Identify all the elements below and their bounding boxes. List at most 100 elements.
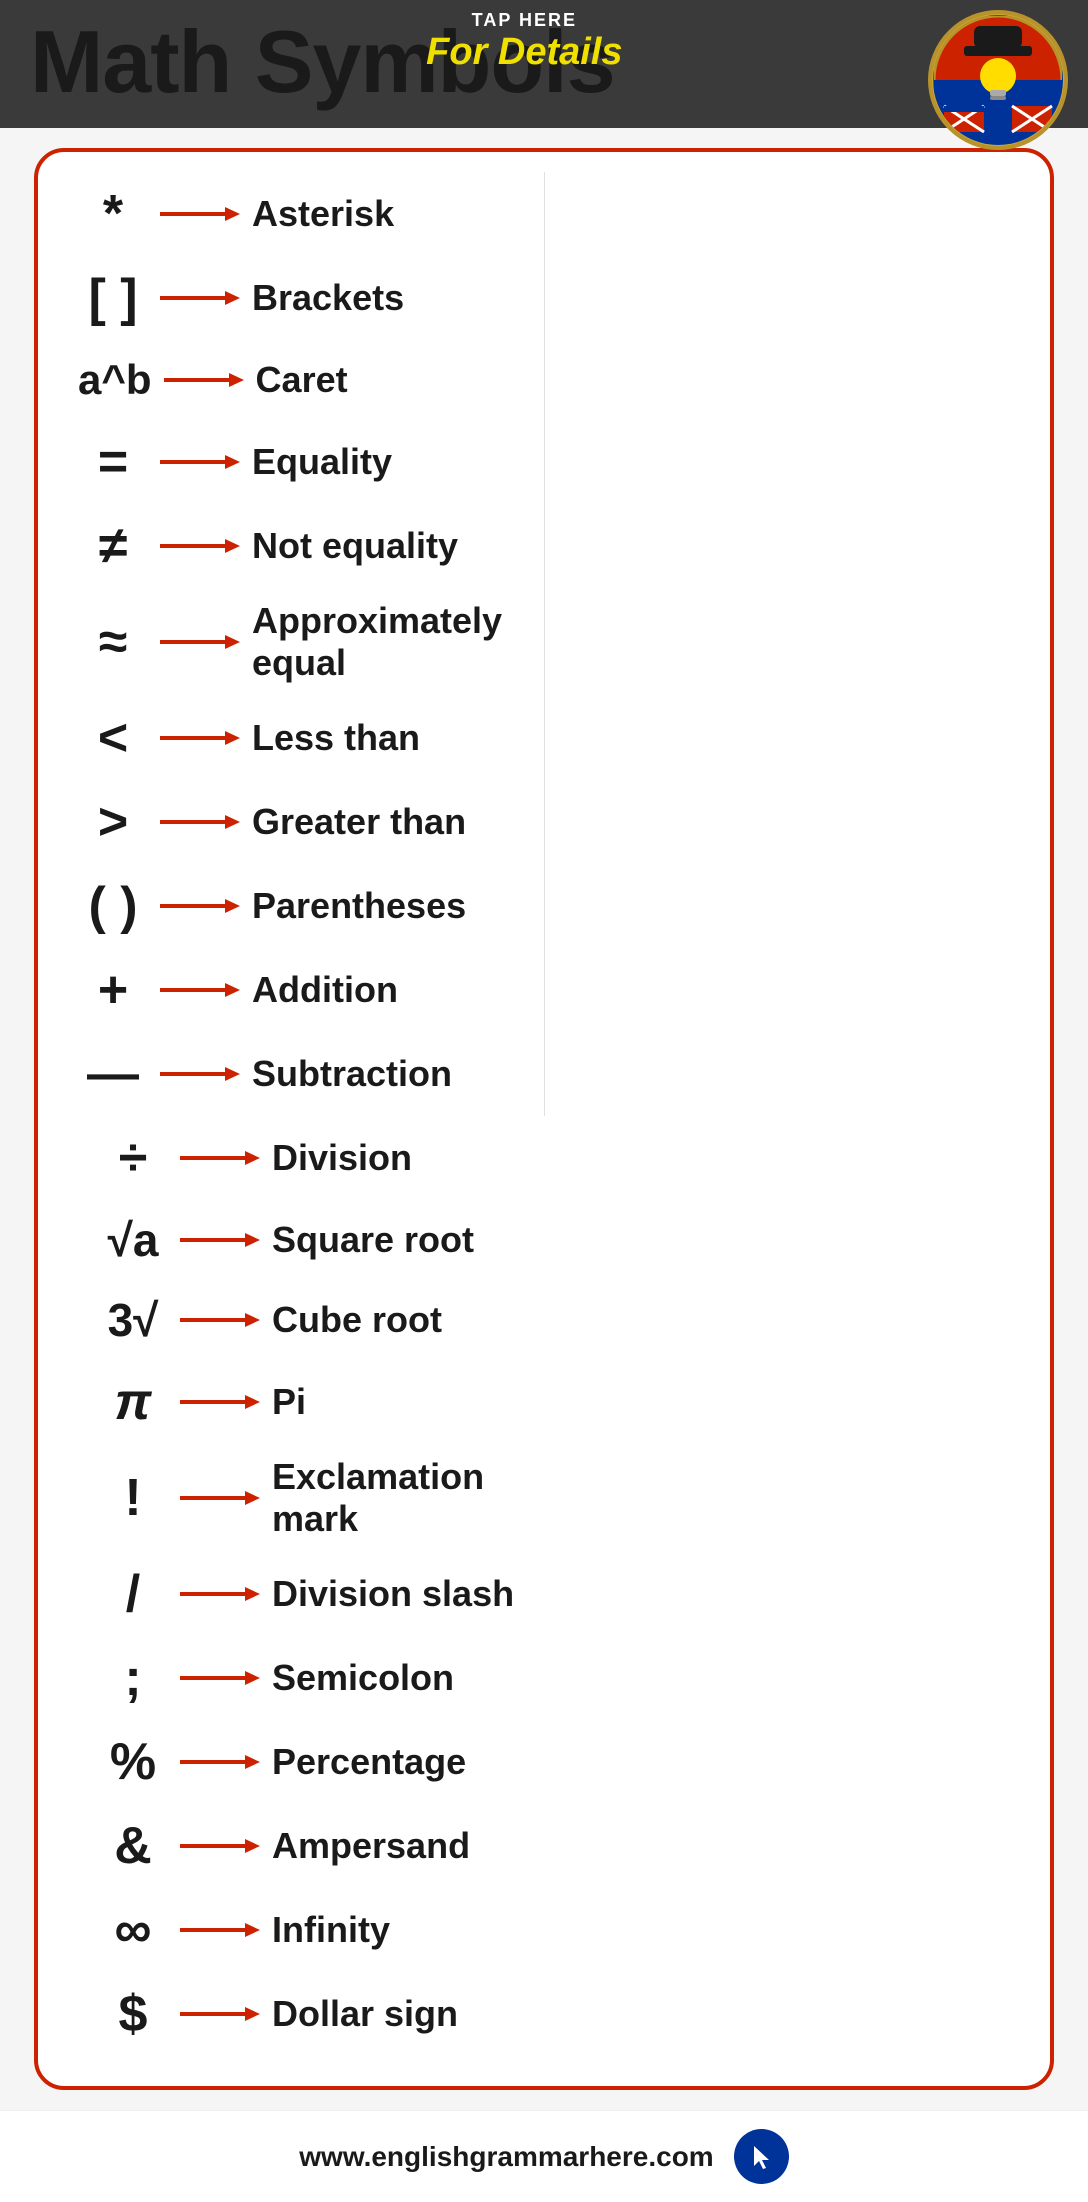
symbol-row-division: ÷ Division bbox=[88, 1116, 544, 1200]
arrow-squareroot bbox=[180, 1226, 260, 1254]
symbol-row-cuberoot: 3√ Cube root bbox=[88, 1280, 544, 1360]
subtraction-char: — bbox=[78, 1044, 148, 1104]
exclamation-name: Exclamation mark bbox=[272, 1456, 534, 1540]
left-column: * Asterisk [ ] Brackets a^b Caret bbox=[68, 172, 544, 1116]
symbol-row-addition: + Addition bbox=[68, 948, 544, 1032]
symbol-row-asterisk: * Asterisk bbox=[68, 172, 544, 256]
logo-inner bbox=[933, 15, 1063, 145]
ampersand-name: Ampersand bbox=[272, 1825, 470, 1867]
asterisk-name: Asterisk bbox=[252, 193, 394, 235]
exclamation-char: ! bbox=[98, 1468, 168, 1528]
arrow-dollar bbox=[180, 2000, 260, 2028]
percentage-char: % bbox=[98, 1732, 168, 1792]
lessthan-char: < bbox=[78, 708, 148, 768]
arrow-lessthan bbox=[160, 724, 240, 752]
cursor-icon bbox=[734, 2129, 789, 2184]
asterisk-char: * bbox=[78, 184, 148, 244]
arrow-exclamation bbox=[180, 1484, 260, 1512]
arrow-notequal bbox=[160, 532, 240, 560]
greaterthan-char: > bbox=[78, 792, 148, 852]
symbol-row-semicolon: ; Semicolon bbox=[88, 1636, 544, 1720]
cuberoot-char: 3√ bbox=[98, 1293, 168, 1347]
dollar-char: $ bbox=[98, 1984, 168, 2044]
cuberoot-name: Cube root bbox=[272, 1299, 442, 1341]
arrow-pi bbox=[180, 1388, 260, 1416]
parentheses-char: ( ) bbox=[78, 876, 148, 936]
main-card: * Asterisk [ ] Brackets a^b Caret bbox=[34, 148, 1054, 2090]
greaterthan-name: Greater than bbox=[252, 801, 466, 843]
dollar-name: Dollar sign bbox=[272, 1993, 458, 2035]
division-char: ÷ bbox=[98, 1128, 168, 1188]
symbol-row-brackets: [ ] Brackets bbox=[68, 256, 544, 340]
divslash-char: / bbox=[98, 1564, 168, 1624]
logo bbox=[928, 10, 1068, 150]
parentheses-name: Parentheses bbox=[252, 885, 466, 927]
arrow-asterisk bbox=[160, 200, 240, 228]
notequal-char: ≠ bbox=[78, 516, 148, 576]
arrow-percentage bbox=[180, 1748, 260, 1776]
symbol-row-parentheses: ( ) Parentheses bbox=[68, 864, 544, 948]
website-url: www.englishgrammarhere.com bbox=[299, 2141, 713, 2173]
percentage-name: Percentage bbox=[272, 1741, 466, 1783]
tap-label: TAP HERE bbox=[472, 10, 577, 31]
arrow-parentheses bbox=[160, 892, 240, 920]
infinity-name: Infinity bbox=[272, 1909, 390, 1951]
symbol-row-infinity: ∞ Infinity bbox=[88, 1888, 544, 1972]
lessthan-name: Less than bbox=[252, 717, 420, 759]
squareroot-char: √a bbox=[98, 1213, 168, 1267]
logo-svg bbox=[934, 16, 1062, 144]
right-column: ÷ Division √a Square root 3√ Cube root bbox=[68, 1116, 544, 2056]
addition-name: Addition bbox=[252, 969, 398, 1011]
footer: www.englishgrammarhere.com bbox=[0, 2110, 1088, 2202]
symbol-row-exclamation: ! Exclamation mark bbox=[88, 1444, 544, 1552]
symbol-row-caret: a^b Caret bbox=[68, 340, 544, 420]
symbol-row-greaterthan: > Greater than bbox=[68, 780, 544, 864]
symbol-row-squareroot: √a Square root bbox=[88, 1200, 544, 1280]
pi-char: π bbox=[98, 1372, 168, 1432]
brackets-char: [ ] bbox=[78, 268, 148, 328]
symbol-row-equality: = Equality bbox=[68, 420, 544, 504]
approx-char: ≈ bbox=[78, 612, 148, 672]
arrow-semicolon bbox=[180, 1664, 260, 1692]
equality-char: = bbox=[78, 432, 148, 492]
header: Math Symbols TAP HERE For Details bbox=[0, 0, 1088, 128]
symbol-row-lessthan: < Less than bbox=[68, 696, 544, 780]
brackets-name: Brackets bbox=[252, 277, 404, 319]
pi-name: Pi bbox=[272, 1381, 306, 1423]
arrow-division bbox=[180, 1144, 260, 1172]
symbol-row-subtraction: — Subtraction bbox=[68, 1032, 544, 1116]
infinity-char: ∞ bbox=[98, 1900, 168, 1960]
ampersand-char: & bbox=[98, 1816, 168, 1876]
semicolon-char: ; bbox=[98, 1648, 168, 1708]
symbol-row-approx: ≈ Approximately equal bbox=[68, 588, 544, 696]
arrow-brackets bbox=[160, 284, 240, 312]
tap-here-banner[interactable]: TAP HERE For Details bbox=[426, 10, 622, 74]
symbol-row-percentage: % Percentage bbox=[88, 1720, 544, 1804]
arrow-equality bbox=[160, 448, 240, 476]
arrow-approx bbox=[160, 628, 240, 656]
addition-char: + bbox=[78, 960, 148, 1020]
symbols-grid: * Asterisk [ ] Brackets a^b Caret bbox=[68, 172, 1020, 2056]
equality-name: Equality bbox=[252, 441, 392, 483]
division-name: Division bbox=[272, 1137, 412, 1179]
arrow-divslash bbox=[180, 1580, 260, 1608]
arrow-ampersand bbox=[180, 1832, 260, 1860]
arrow-subtraction bbox=[160, 1060, 240, 1088]
column-divider bbox=[544, 172, 545, 1116]
arrow-infinity bbox=[180, 1916, 260, 1944]
arrow-cuberoot bbox=[180, 1306, 260, 1334]
subtraction-name: Subtraction bbox=[252, 1053, 452, 1095]
divslash-name: Division slash bbox=[272, 1573, 514, 1615]
symbol-row-divslash: / Division slash bbox=[88, 1552, 544, 1636]
squareroot-name: Square root bbox=[272, 1219, 474, 1261]
semicolon-name: Semicolon bbox=[272, 1657, 454, 1699]
caret-name: Caret bbox=[256, 359, 348, 401]
symbol-row-ampersand: & Ampersand bbox=[88, 1804, 544, 1888]
notequal-name: Not equality bbox=[252, 525, 458, 567]
caret-char: a^b bbox=[78, 356, 152, 404]
arrow-addition bbox=[160, 976, 240, 1004]
arrow-greaterthan bbox=[160, 808, 240, 836]
approx-name: Approximately equal bbox=[252, 600, 534, 684]
arrow-caret bbox=[164, 366, 244, 394]
symbol-row-dollar: $ Dollar sign bbox=[88, 1972, 544, 2056]
